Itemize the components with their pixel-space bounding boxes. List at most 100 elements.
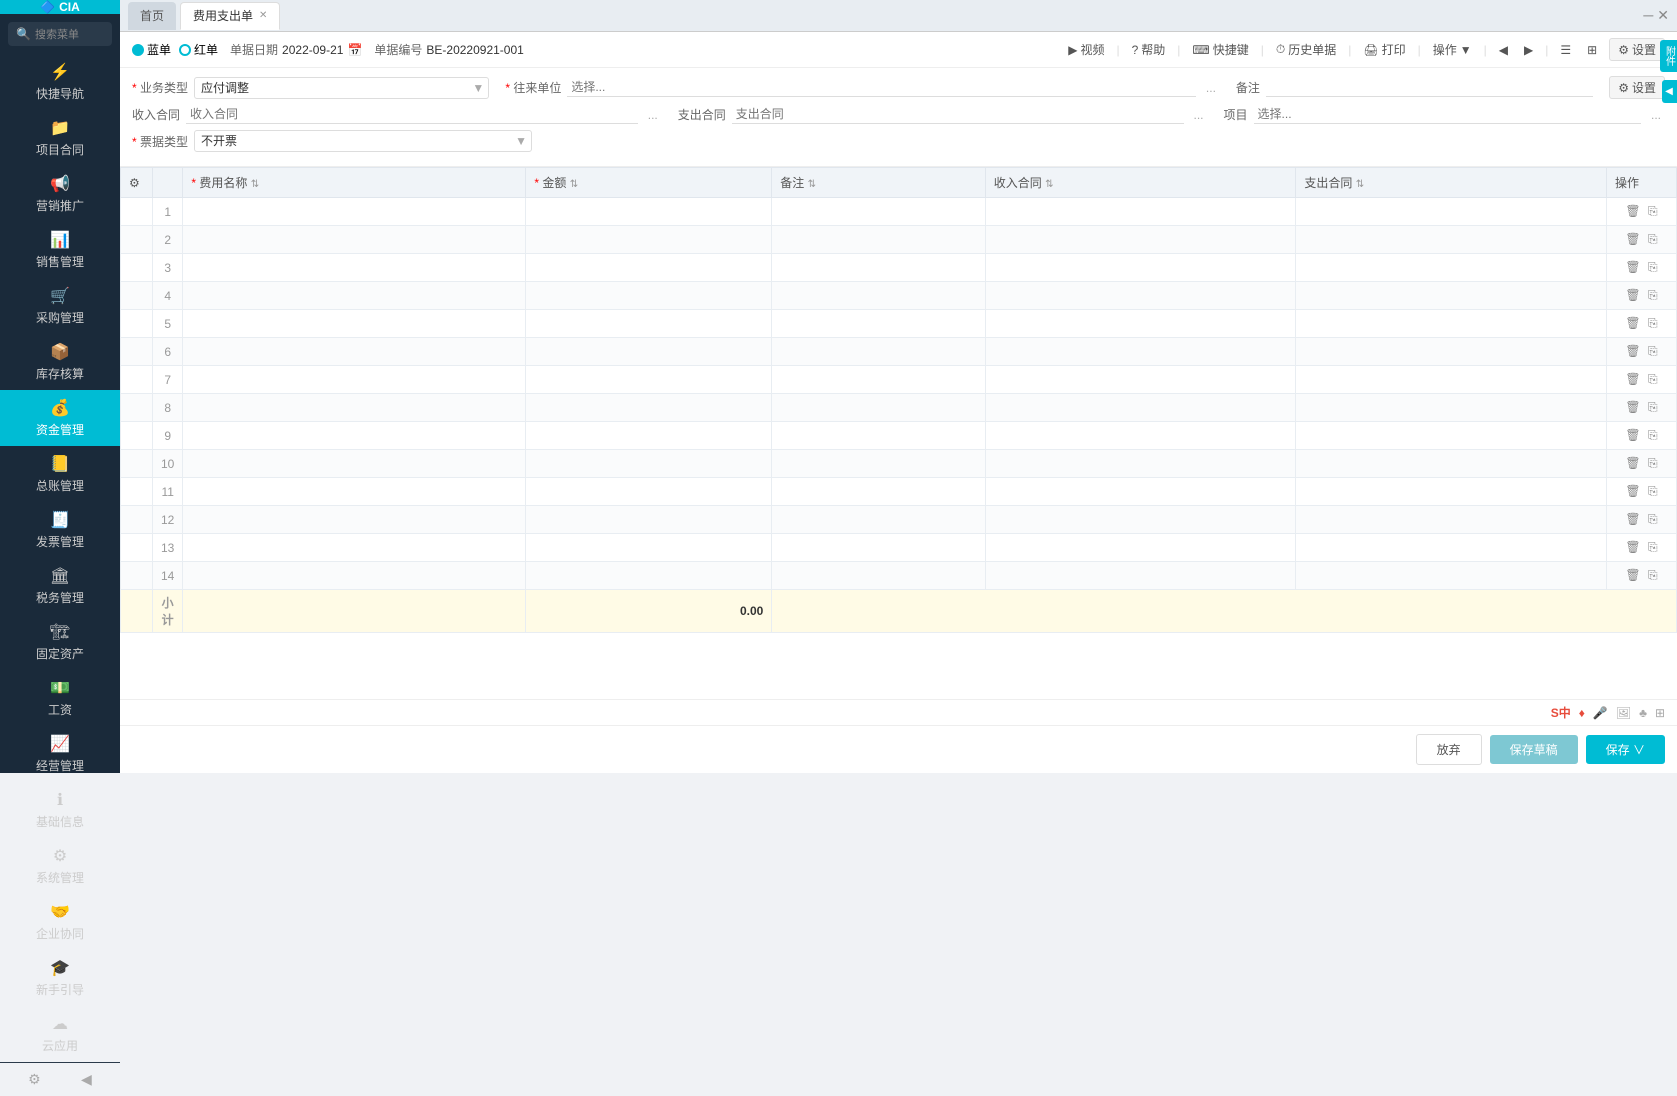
delete-row-icon[interactable]: 🗑 [1625, 372, 1640, 386]
row-expense-name-cell[interactable] [183, 198, 526, 226]
view-list-btn[interactable]: ☰ [1556, 41, 1575, 59]
sort-expense-contract-icon[interactable]: ⇅ [1356, 179, 1364, 190]
sidebar-item-new-guide[interactable]: 🎓 新手引导 [0, 950, 120, 1006]
row-expense-contract-cell[interactable] [1296, 534, 1607, 562]
copy-row-icon[interactable]: ⎘ [1648, 428, 1658, 442]
copy-row-icon[interactable]: ⎘ [1648, 288, 1658, 302]
row-amount-cell[interactable] [526, 422, 772, 450]
row-note-cell[interactable] [772, 562, 985, 590]
row-expense-name-cell[interactable] [183, 366, 526, 394]
row-note-cell[interactable] [772, 422, 985, 450]
copy-row-icon[interactable]: ⎘ [1648, 260, 1658, 274]
row-amount-cell[interactable] [526, 534, 772, 562]
copy-row-icon[interactable]: ⎘ [1648, 484, 1658, 498]
row-amount-cell[interactable] [526, 282, 772, 310]
print-btn[interactable]: 🖨 打印 [1359, 39, 1409, 60]
sidebar-item-purchase[interactable]: 🛒 采购管理 [0, 278, 120, 334]
nav-next-btn[interactable]: ▶ [1520, 41, 1537, 59]
row-amount-cell[interactable] [526, 198, 772, 226]
delete-row-icon[interactable]: 🗑 [1625, 400, 1640, 414]
row-expense-contract-cell[interactable] [1296, 282, 1607, 310]
row-expense-name-cell[interactable] [183, 226, 526, 254]
delete-row-icon[interactable]: 🗑 [1625, 568, 1640, 582]
radio-blue[interactable]: 蓝单 [132, 41, 171, 58]
row-note-cell[interactable] [772, 282, 985, 310]
row-expense-name-cell[interactable] [183, 394, 526, 422]
sort-income-contract-icon[interactable]: ⇅ [1045, 179, 1053, 190]
row-income-contract-cell[interactable] [985, 310, 1296, 338]
row-note-cell[interactable] [772, 198, 985, 226]
delete-row-icon[interactable]: 🗑 [1625, 428, 1640, 442]
row-income-contract-cell[interactable] [985, 562, 1296, 590]
row-expense-contract-cell[interactable] [1296, 478, 1607, 506]
delete-row-icon[interactable]: 🗑 [1625, 344, 1640, 358]
row-amount-cell[interactable] [526, 506, 772, 534]
sidebar-item-invoice[interactable]: 🧾 发票管理 [0, 502, 120, 558]
expense-contract-input[interactable] [732, 105, 1184, 124]
copy-row-icon[interactable]: ⎘ [1648, 232, 1658, 246]
save-draft-button[interactable]: 保存草稿 [1490, 735, 1578, 764]
copy-row-icon[interactable]: ⎘ [1648, 372, 1658, 386]
sidebar-item-ledger[interactable]: 📒 总账管理 [0, 446, 120, 502]
row-expense-name-cell[interactable] [183, 534, 526, 562]
help-btn[interactable]: ? 帮助 [1128, 39, 1170, 60]
sidebar-item-operations[interactable]: 📈 经营管理 [0, 726, 120, 782]
sidebar-item-capital[interactable]: 💰 资金管理 [0, 390, 120, 446]
row-expense-name-cell[interactable] [183, 450, 526, 478]
row-amount-cell[interactable] [526, 450, 772, 478]
tab-expense[interactable]: 费用支出单 ✕ [180, 2, 280, 30]
window-close[interactable]: ✕ [1657, 7, 1669, 24]
invoice-type-select-wrapper[interactable]: 不开票 ▼ [194, 130, 532, 152]
row-note-cell[interactable] [772, 450, 985, 478]
sort-amount-icon[interactable]: ⇅ [570, 179, 578, 190]
video-btn[interactable]: ▶ 视频 [1064, 39, 1108, 60]
delete-row-icon[interactable]: 🗑 [1625, 232, 1640, 246]
row-expense-name-cell[interactable] [183, 562, 526, 590]
delete-row-icon[interactable]: 🗑 [1625, 204, 1640, 218]
note-input[interactable] [1266, 78, 1593, 97]
row-income-contract-cell[interactable] [985, 394, 1296, 422]
diamond-icon[interactable]: ♦ [1579, 706, 1585, 720]
row-income-contract-cell[interactable] [985, 226, 1296, 254]
copy-row-icon[interactable]: ⎘ [1648, 344, 1658, 358]
sort-expense-name-icon[interactable]: ⇅ [251, 179, 259, 190]
row-amount-cell[interactable] [526, 254, 772, 282]
row-note-cell[interactable] [772, 254, 985, 282]
row-expense-contract-cell[interactable] [1296, 310, 1607, 338]
project-input[interactable] [1254, 105, 1641, 124]
grid-icon[interactable]: ⊞ [1655, 706, 1665, 720]
row-income-contract-cell[interactable] [985, 478, 1296, 506]
row-expense-name-cell[interactable] [183, 422, 526, 450]
radio-red[interactable]: 红单 [179, 41, 218, 58]
save-button[interactable]: 保存 ∨ [1586, 735, 1665, 764]
delete-row-icon[interactable]: 🗑 [1625, 484, 1640, 498]
business-type-select-wrapper[interactable]: 应付调整 ▼ [194, 77, 489, 99]
copy-row-icon[interactable]: ⎘ [1648, 204, 1658, 218]
row-expense-contract-cell[interactable] [1296, 422, 1607, 450]
row-expense-name-cell[interactable] [183, 310, 526, 338]
date-value[interactable]: 2022-09-21 [282, 43, 343, 57]
row-amount-cell[interactable] [526, 366, 772, 394]
row-note-cell[interactable] [772, 226, 985, 254]
delete-row-icon[interactable]: 🗑 [1625, 456, 1640, 470]
sidebar-item-project[interactable]: 📁 项目合同 [0, 110, 120, 166]
sidebar-item-enterprise[interactable]: 🤝 企业协同 [0, 894, 120, 950]
business-type-select[interactable]: 应付调整 [195, 78, 472, 98]
discard-button[interactable]: 放弃 [1416, 734, 1482, 765]
row-expense-name-cell[interactable] [183, 282, 526, 310]
sidebar-item-basic[interactable]: ℹ 基础信息 [0, 782, 120, 838]
row-income-contract-cell[interactable] [985, 506, 1296, 534]
delete-row-icon[interactable]: 🗑 [1625, 512, 1640, 526]
sidebar-item-cloud[interactable]: ☁ 云应用 [0, 1006, 120, 1062]
sidebar-search-inner[interactable]: 🔍 搜索菜单 [8, 22, 112, 46]
calendar-icon[interactable]: 📅 [347, 43, 362, 57]
row-amount-cell[interactable] [526, 338, 772, 366]
row-expense-contract-cell[interactable] [1296, 366, 1607, 394]
collapse-icon[interactable]: ◀ [81, 1071, 92, 1088]
row-expense-name-cell[interactable] [183, 254, 526, 282]
delete-row-icon[interactable]: 🗑 [1625, 316, 1640, 330]
row-income-contract-cell[interactable] [985, 534, 1296, 562]
row-note-cell[interactable] [772, 478, 985, 506]
row-expense-contract-cell[interactable] [1296, 394, 1607, 422]
counterparty-more-icon[interactable]: ... [1202, 81, 1220, 95]
